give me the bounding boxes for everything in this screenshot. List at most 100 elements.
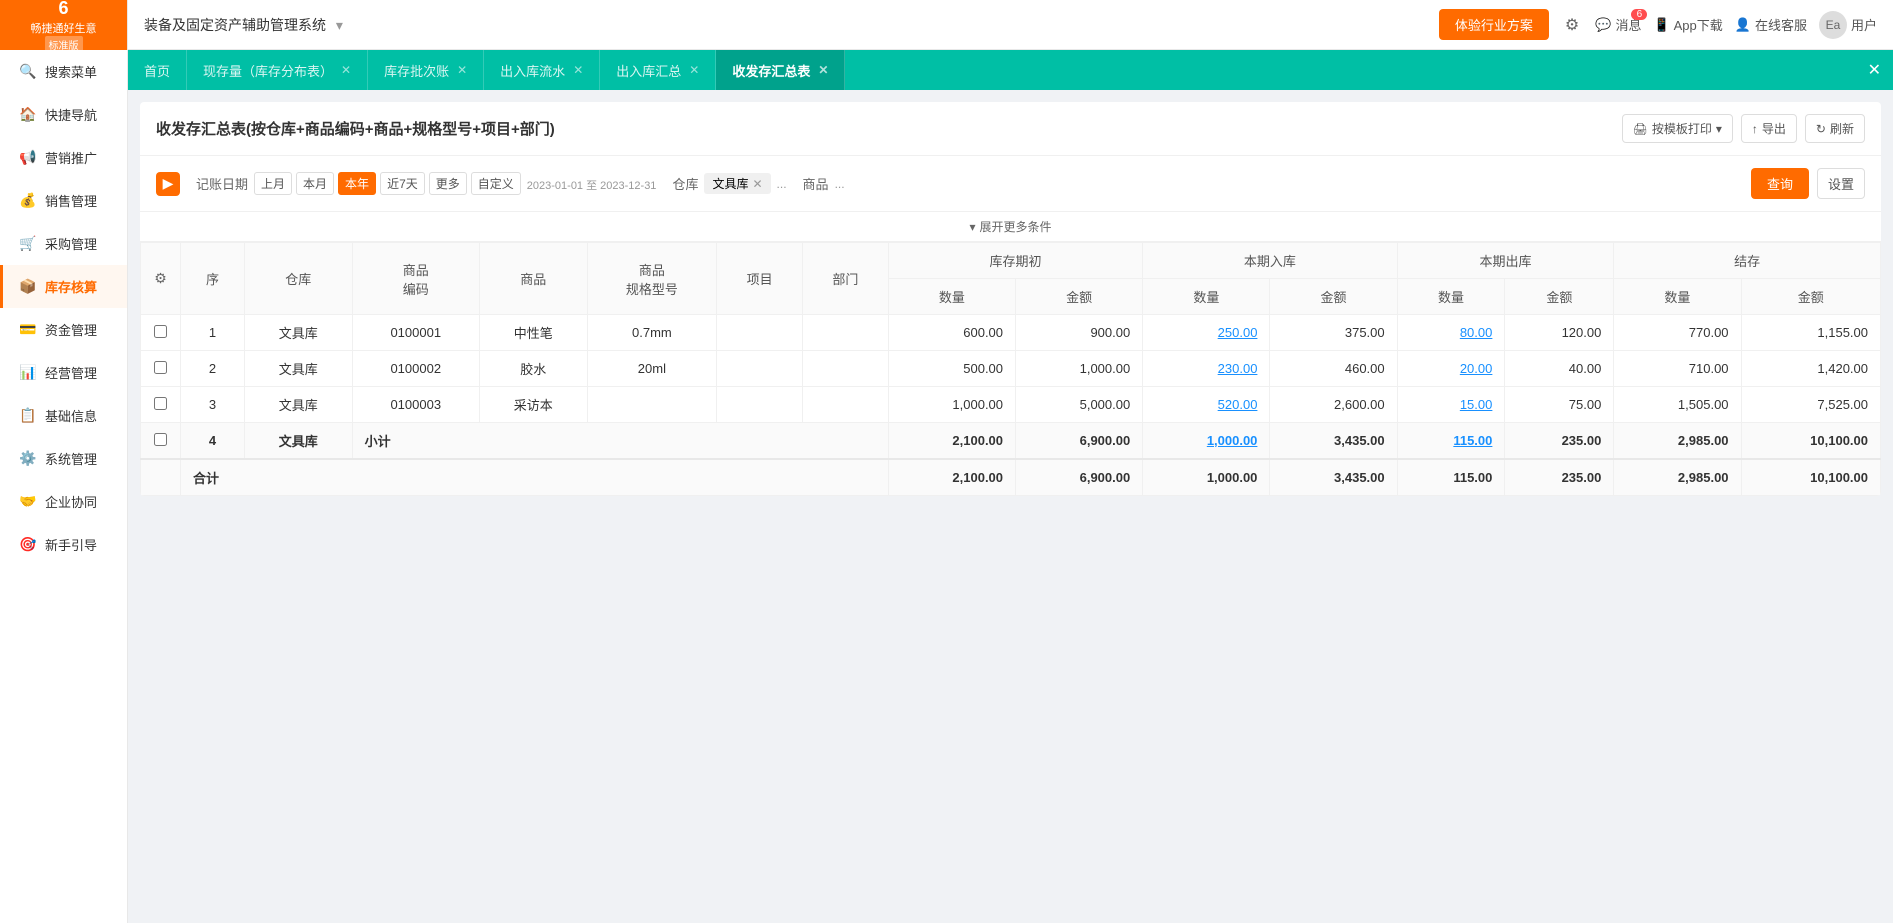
row-out-qty[interactable]: 80.00: [1397, 315, 1505, 351]
row-department: [802, 387, 888, 423]
date-btn-近7天[interactable]: 近7天: [380, 172, 425, 195]
row-checkbox[interactable]: [141, 387, 181, 423]
sidebar-item-marketing[interactable]: 📢 营销推广: [0, 136, 127, 179]
th-product-code: 商品编码: [352, 243, 479, 315]
row-product-name: 采访本: [479, 387, 587, 423]
filter-toggle-button[interactable]: ▶: [156, 172, 180, 196]
dropdown-icon[interactable]: ▾: [336, 17, 343, 33]
sidebar-item-enterprise[interactable]: 🤝 企业协同: [0, 480, 127, 523]
refresh-button[interactable]: ↻ 刷新: [1805, 114, 1865, 143]
message-badge: 6: [1631, 9, 1647, 20]
row-department: [802, 351, 888, 387]
warehouse-tag-text: 文具库: [712, 175, 748, 192]
nav-label-quick-nav: 快捷导航: [45, 105, 97, 124]
date-btn-本年[interactable]: 本年: [338, 172, 376, 195]
logo-title: 畅捷通好生意: [31, 20, 97, 36]
row-out-qty[interactable]: 20.00: [1397, 351, 1505, 387]
tab-in-out-summary[interactable]: 出入库汇总✕: [600, 50, 716, 90]
warehouse-more[interactable]: ...: [777, 177, 787, 191]
row-check-input[interactable]: [154, 397, 167, 410]
nav-icon-marketing: 📢: [19, 149, 37, 166]
row-opening-qty: 600.00: [888, 315, 1015, 351]
tab-close-inventory-dist[interactable]: ✕: [341, 63, 351, 77]
row-in-qty[interactable]: 230.00: [1143, 351, 1270, 387]
page-title: 收发存汇总表(按仓库+商品编码+商品+规格型号+项目+部门): [156, 118, 555, 139]
service-icon: 👤: [1735, 17, 1751, 33]
query-button[interactable]: 查询: [1751, 168, 1809, 199]
date-btn-本月[interactable]: 本月: [296, 172, 334, 195]
print-template-button[interactable]: 🖨 按模板打印 ▾: [1622, 114, 1733, 143]
row-check-input[interactable]: [154, 361, 167, 374]
table-body: 1 文具库 0100001 中性笔 0.7mm 600.00 900.00 25…: [141, 315, 1881, 460]
sidebar-item-system[interactable]: ⚙️ 系统管理: [0, 437, 127, 480]
app-download-item[interactable]: 📱 App下载: [1653, 15, 1722, 34]
product-more[interactable]: ...: [835, 177, 845, 191]
total-opening-amt: 6,900.00: [1016, 459, 1143, 496]
expand-more-button[interactable]: ▾ 展开更多条件: [969, 218, 1051, 235]
row-warehouse: 文具库: [244, 315, 352, 351]
row-out-qty[interactable]: 15.00: [1397, 387, 1505, 423]
page-title-bar: 收发存汇总表(按仓库+商品编码+商品+规格型号+项目+部门) 🖨 按模板打印 ▾…: [140, 102, 1881, 156]
tab-receipt-summary[interactable]: 收发存汇总表✕: [716, 50, 845, 90]
filter-settings-button[interactable]: 设置: [1817, 168, 1865, 199]
print-template-label: 按模板打印: [1652, 120, 1712, 137]
total-label: 合计: [181, 459, 889, 496]
date-filter-label: 记账日期: [196, 174, 248, 193]
sidebar-item-finance[interactable]: 💳 资金管理: [0, 308, 127, 351]
sidebar-item-sales[interactable]: 💰 销售管理: [0, 179, 127, 222]
row-project: [717, 387, 803, 423]
sidebar-item-operations[interactable]: 📊 经营管理: [0, 351, 127, 394]
tab-close-receipt-summary[interactable]: ✕: [818, 63, 828, 77]
trial-button[interactable]: 体验行业方案: [1439, 9, 1549, 40]
header-actions: 体验行业方案 ⚙ 💬 6 消息 📱 App下载 👤 在线客服 Ea: [1439, 9, 1877, 40]
content-area: 收发存汇总表(按仓库+商品编码+商品+规格型号+项目+部门) 🖨 按模板打印 ▾…: [128, 90, 1893, 923]
nav-icon-newbie: 🎯: [19, 536, 37, 553]
sidebar-item-inventory[interactable]: 📦 库存核算: [0, 265, 127, 308]
th-out-qty: 数量: [1397, 279, 1505, 315]
export-button[interactable]: ↑ 导出: [1741, 114, 1797, 143]
row-checkbox[interactable]: [141, 315, 181, 351]
message-icon-item[interactable]: 💬 6 消息: [1595, 15, 1641, 34]
th-balance-group: 结存: [1614, 243, 1881, 279]
row-in-qty[interactable]: 520.00: [1143, 387, 1270, 423]
table-row: 1 文具库 0100001 中性笔 0.7mm 600.00 900.00 25…: [141, 315, 1881, 351]
tab-inventory-dist[interactable]: 现存量（库存分布表）✕: [187, 50, 368, 90]
sidebar-item-purchase[interactable]: 🛒 采购管理: [0, 222, 127, 265]
subtotal-in-qty[interactable]: 1,000.00: [1143, 423, 1270, 460]
sidebar-item-newbie[interactable]: 🎯 新手引导: [0, 523, 127, 566]
date-btn-上月[interactable]: 上月: [254, 172, 292, 195]
row-in-qty[interactable]: 250.00: [1143, 315, 1270, 351]
logo-number: 6: [58, 0, 68, 19]
date-btn-自定义[interactable]: 自定义: [471, 172, 521, 195]
subtotal-check-input[interactable]: [154, 433, 167, 446]
warehouse-remove-icon[interactable]: ✕: [752, 177, 762, 191]
th-project: 项目: [717, 243, 803, 315]
row-check-input[interactable]: [154, 325, 167, 338]
tab-in-out-flow[interactable]: 出入库流水✕: [484, 50, 600, 90]
row-checkbox[interactable]: [141, 351, 181, 387]
subtotal-opening-qty: 2,100.00: [888, 423, 1015, 460]
tab-home[interactable]: 首页: [128, 50, 187, 90]
tab-close-in-out-flow[interactable]: ✕: [573, 63, 583, 77]
sidebar-item-base-info[interactable]: 📋 基础信息: [0, 394, 127, 437]
online-service-label: 在线客服: [1755, 15, 1807, 34]
sidebar-item-quick-nav[interactable]: 🏠 快捷导航: [0, 93, 127, 136]
online-service-item[interactable]: 👤 在线客服: [1735, 15, 1807, 34]
tab-close-batch-account[interactable]: ✕: [457, 63, 467, 77]
tab-batch-account[interactable]: 库存批次账✕: [368, 50, 484, 90]
expand-more-label: 展开更多条件: [980, 218, 1052, 235]
table-row: 3 文具库 0100003 采访本 1,000.00 5,000.00 520.…: [141, 387, 1881, 423]
tab-close-in-out-summary[interactable]: ✕: [689, 63, 699, 77]
nav-icon-sales: 💰: [19, 192, 37, 209]
date-btn-更多[interactable]: 更多: [429, 172, 467, 195]
date-shortcuts: 上月本月本年近7天更多自定义: [254, 172, 521, 195]
subtotal-checkbox[interactable]: [141, 423, 181, 460]
header-icon-group: 💬 6 消息 📱 App下载 👤 在线客服 Ea 用户: [1595, 11, 1877, 39]
user-item[interactable]: Ea 用户: [1819, 11, 1877, 39]
nav-label-finance: 资金管理: [45, 320, 97, 339]
subtotal-out-qty[interactable]: 115.00: [1397, 423, 1505, 460]
close-all-tabs[interactable]: ✕: [1868, 60, 1893, 80]
sidebar-item-search[interactable]: 🔍 搜索菜单: [0, 50, 127, 93]
settings-icon[interactable]: ⚙: [1565, 15, 1579, 35]
table-gear-icon[interactable]: ⚙: [154, 270, 167, 286]
